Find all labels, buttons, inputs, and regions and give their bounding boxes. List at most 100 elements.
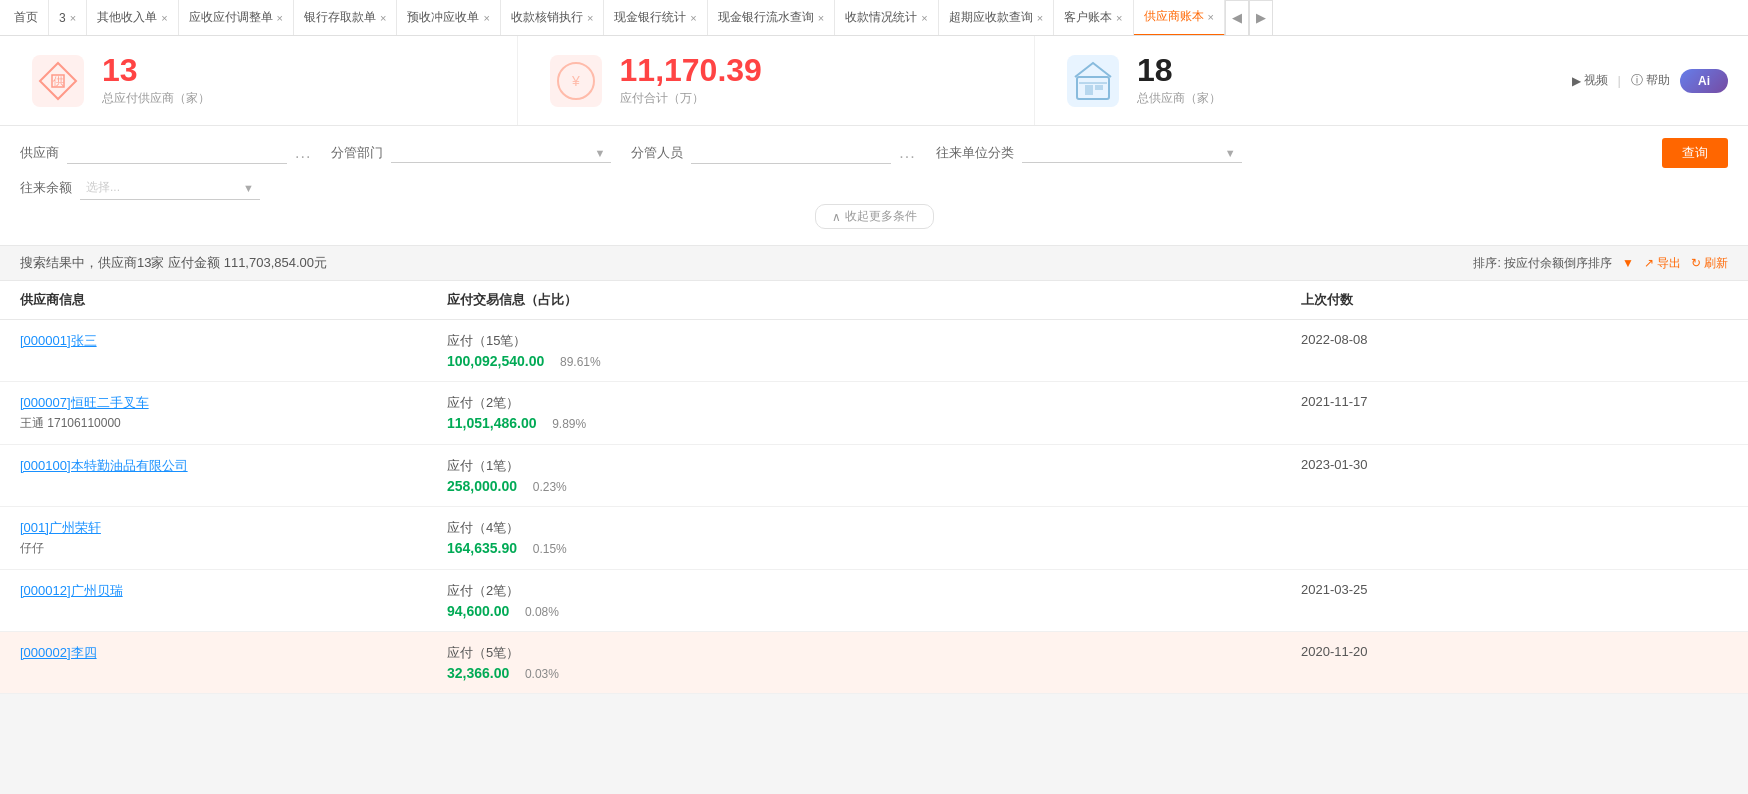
filter-balance: 往来余额 选择... ▼ — [20, 176, 260, 200]
filter-dept: 分管部门 ▼ — [331, 144, 611, 163]
trans-type: 应付（2笔） — [447, 582, 1301, 600]
top-navigation: 首页 3 × 其他收入单 × 应收应付调整单 × 银行存取款单 × 预收冲应收单… — [0, 0, 1748, 36]
refresh-button[interactable]: ↻ 刷新 — [1691, 255, 1728, 272]
supplier-label: 供应商 — [20, 144, 59, 162]
tab-bank-deposit[interactable]: 银行存取款单 × — [294, 0, 397, 36]
supplier-input[interactable] — [67, 142, 287, 164]
tab-customer-ledger-label: 客户账本 — [1064, 9, 1112, 26]
close-icon[interactable]: × — [161, 12, 167, 24]
tab-customer-ledger[interactable]: 客户账本 × — [1054, 0, 1133, 36]
person-dots[interactable]: ... — [899, 144, 915, 162]
supplier-link[interactable]: [000100]本特勤油品有限公司 — [20, 458, 188, 473]
collapse-button[interactable]: ∧ 收起更多条件 — [815, 204, 934, 229]
supplier-info-cell: [001]广州荣轩 仔仔 — [20, 519, 447, 557]
export-button[interactable]: ↗ 导出 — [1644, 255, 1681, 272]
tab-3[interactable]: 3 × — [49, 0, 87, 36]
stat-payable-text: 13 总应付供应商（家） — [102, 54, 210, 107]
question-icon: ⓘ — [1631, 72, 1643, 89]
trans-type: 应付（1笔） — [447, 457, 1301, 475]
stat-total-suppliers: 18 总供应商（家） — [1035, 36, 1552, 125]
filter-unit-type: 往来单位分类 ▼ — [936, 144, 1242, 163]
tab-prepay[interactable]: 预收冲应收单 × — [397, 0, 500, 36]
trans-type: 应付（15笔） — [447, 332, 1301, 350]
trans-amount: 32,366.00 — [447, 665, 509, 681]
ai-badge-label: Ai — [1698, 74, 1710, 88]
tab-home[interactable]: 首页 — [4, 0, 49, 36]
last-pay-date: 2021-03-25 — [1301, 582, 1368, 597]
tab-other-income[interactable]: 其他收入单 × — [87, 0, 178, 36]
stats-bar: 供 13 总应付供应商（家） ¥ 11,170.39 应付合计（万） — [0, 36, 1748, 126]
supplier-info-cell: [000002]李四 — [20, 644, 447, 681]
close-icon[interactable]: × — [690, 12, 696, 24]
store-icon — [1065, 53, 1121, 109]
last-pay-date: 2020-11-20 — [1301, 644, 1368, 659]
tab-cash-bank-stats[interactable]: 现金银行统计 × — [604, 0, 707, 36]
supplier-link[interactable]: [000012]广州贝瑞 — [20, 583, 123, 598]
close-icon[interactable]: × — [70, 12, 76, 24]
trans-amount: 100,092,540.00 — [447, 353, 544, 369]
tab-supplier-ledger[interactable]: 供应商账本 × — [1134, 0, 1225, 36]
svg-text:供: 供 — [53, 75, 64, 87]
refresh-icon: ↻ — [1691, 256, 1701, 270]
query-button[interactable]: 查询 — [1662, 138, 1728, 168]
close-icon[interactable]: × — [921, 12, 927, 24]
tab-overdue[interactable]: 超期应收款查询 × — [939, 0, 1054, 36]
svg-rect-7 — [1085, 85, 1093, 95]
tab-collection[interactable]: 收款核销执行 × — [501, 0, 604, 36]
dept-select[interactable]: ▼ — [391, 144, 611, 163]
video-link[interactable]: ▶ 视频 — [1572, 72, 1608, 89]
col-last-pay: 上次付数 — [1301, 291, 1728, 309]
close-icon[interactable]: × — [818, 12, 824, 24]
stat-total-payable: ¥ 11,170.39 应付合计（万） — [518, 36, 1036, 125]
nav-next-arrow[interactable]: ▶ — [1249, 0, 1273, 36]
close-icon[interactable]: × — [1116, 12, 1122, 24]
chevron-down-icon: ▼ — [1225, 147, 1236, 159]
divider: | — [1618, 73, 1621, 88]
last-pay-cell: 2023-01-30 — [1301, 457, 1728, 494]
result-info: 搜索结果中，供应商13家 应付金额 111,703,854.00元 — [20, 254, 327, 272]
table-row: [000100]本特勤油品有限公司 应付（1笔） 258,000.00 0.23… — [0, 445, 1748, 507]
close-icon[interactable]: × — [587, 12, 593, 24]
close-icon[interactable]: × — [1037, 12, 1043, 24]
trans-amount: 94,600.00 — [447, 603, 509, 619]
col-trans-info: 应付交易信息（占比） — [447, 291, 1301, 309]
help-label: 帮助 — [1646, 72, 1670, 89]
table-row: [000002]李四 应付（5笔） 32,366.00 0.03% 2020-1… — [0, 632, 1748, 694]
stat-payable-number: 13 — [102, 54, 210, 86]
tab-collection-stats[interactable]: 收款情况统计 × — [835, 0, 938, 36]
trans-percent: 89.61% — [560, 355, 601, 369]
tab-ar-ap-adjust[interactable]: 应收应付调整单 × — [179, 0, 294, 36]
person-label: 分管人员 — [631, 144, 683, 162]
table-header: 供应商信息 应付交易信息（占比） 上次付数 — [0, 281, 1748, 320]
balance-select[interactable]: 选择... ▼ — [80, 176, 260, 200]
tab-other-income-label: 其他收入单 — [97, 9, 157, 26]
tab-supplier-ledger-label: 供应商账本 — [1144, 8, 1204, 25]
supplier-info-cell: [000001]张三 — [20, 332, 447, 369]
nav-prev-arrow[interactable]: ◀ — [1225, 0, 1249, 36]
person-input[interactable] — [691, 142, 891, 164]
close-icon[interactable]: × — [483, 12, 489, 24]
supplier-icon: 供 — [30, 53, 86, 109]
unit-select[interactable]: ▼ — [1022, 144, 1242, 163]
close-icon[interactable]: × — [1208, 11, 1214, 23]
help-link[interactable]: ⓘ 帮助 — [1631, 72, 1670, 89]
supplier-link[interactable]: [001]广州荣轩 — [20, 520, 101, 535]
supplier-link[interactable]: [000007]恒旺二手叉车 — [20, 395, 149, 410]
tab-cash-flow[interactable]: 现金银行流水查询 × — [708, 0, 835, 36]
close-icon[interactable]: × — [277, 12, 283, 24]
result-actions: 排序: 按应付余额倒序排序 ▼ ↗ 导出 ↻ 刷新 — [1473, 255, 1728, 272]
supplier-info-cell: [000012]广州贝瑞 — [20, 582, 447, 619]
supplier-link[interactable]: [000002]李四 — [20, 645, 97, 660]
last-pay-date: 2022-08-08 — [1301, 332, 1368, 347]
stat-total-text: 18 总供应商（家） — [1137, 54, 1221, 107]
balance-label: 往来余额 — [20, 179, 72, 197]
tab-cash-flow-label: 现金银行流水查询 — [718, 9, 814, 26]
supplier-link[interactable]: [000001]张三 — [20, 333, 97, 348]
stat-amount-number: 11,170.39 — [620, 54, 762, 86]
sort-label[interactable]: 排序: 按应付余额倒序排序 — [1473, 255, 1612, 272]
collapse-bar: ∧ 收起更多条件 — [20, 200, 1728, 233]
help-area: ▶ 视频 | ⓘ 帮助 Ai — [1552, 36, 1748, 125]
supplier-dots[interactable]: ... — [295, 144, 311, 162]
close-icon[interactable]: × — [380, 12, 386, 24]
ai-badge[interactable]: Ai — [1680, 69, 1728, 93]
